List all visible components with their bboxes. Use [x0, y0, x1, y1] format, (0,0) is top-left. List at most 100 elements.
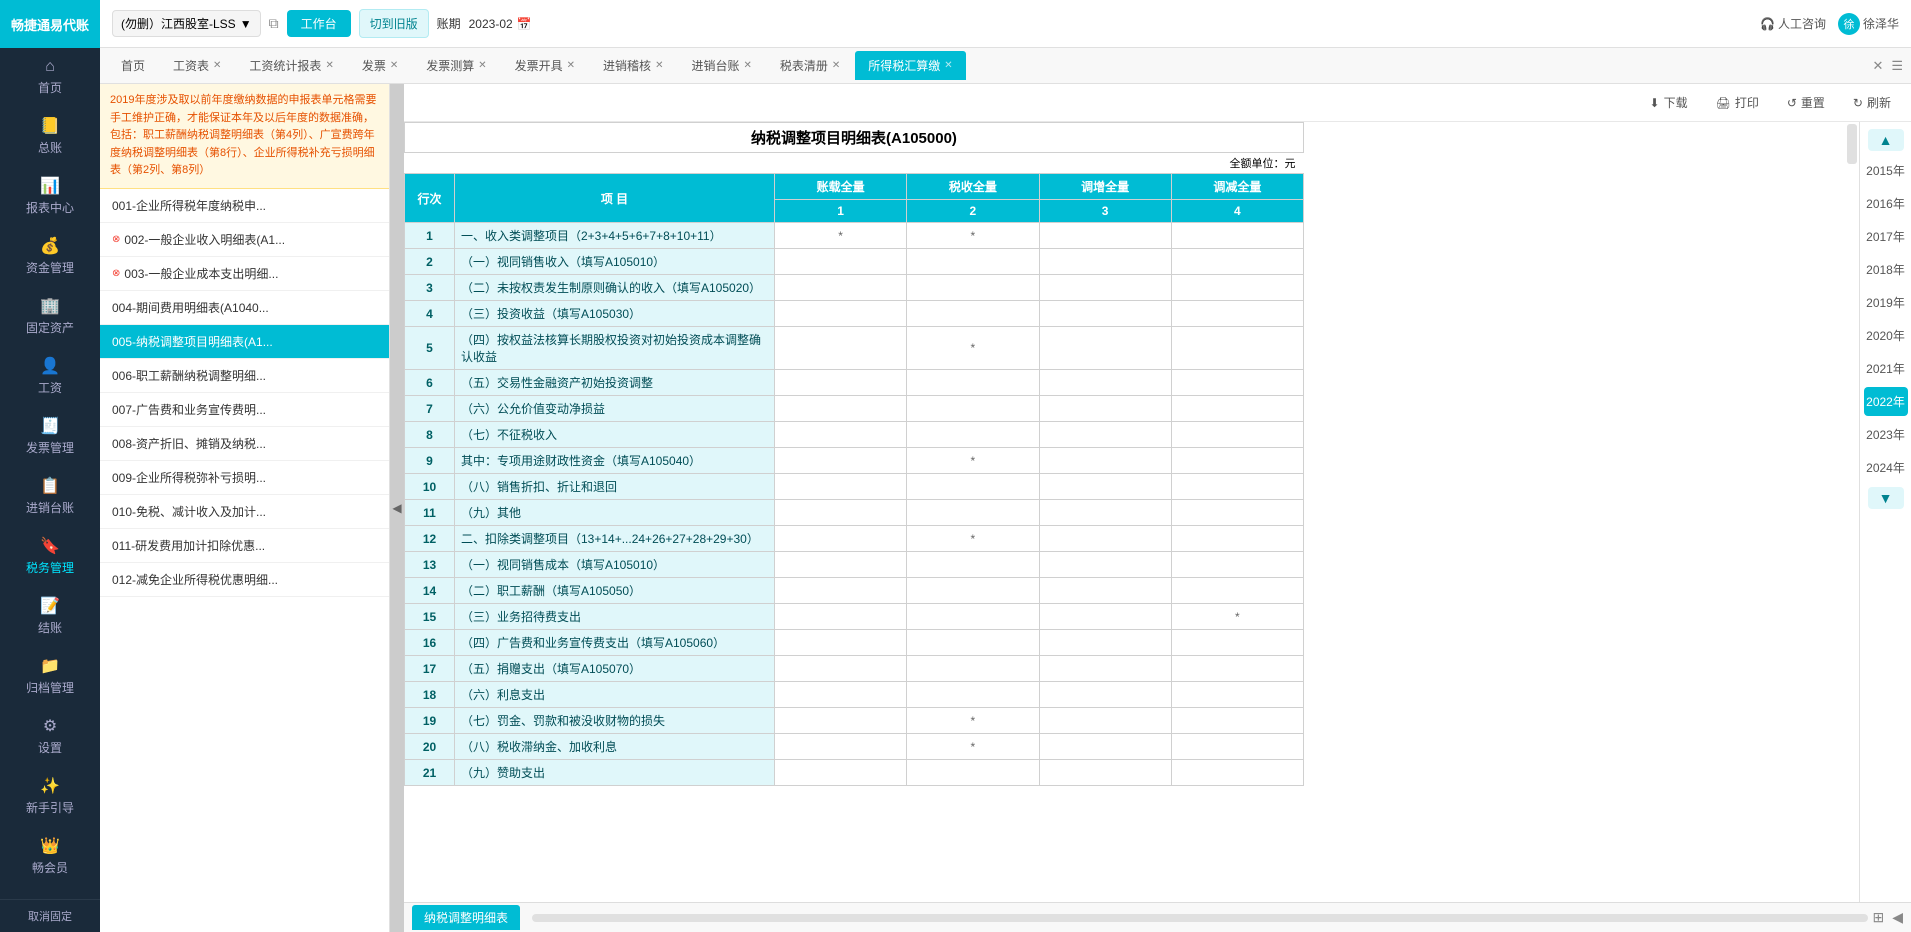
cell-item[interactable]: 二、扣除类调整项目（13+14+...24+26+27+28+29+30）	[455, 526, 775, 552]
cell-c4[interactable]	[1171, 734, 1303, 760]
copy-icon[interactable]: ⧉	[269, 15, 279, 32]
menu-icon[interactable]: ☰	[1891, 58, 1903, 74]
grid-icon[interactable]: ⊞	[1872, 909, 1884, 926]
tab-invoice-close[interactable]: ✕	[390, 60, 398, 71]
cell-c2[interactable]	[907, 604, 1039, 630]
sidebar-item-finance[interactable]: 💰 资金管理	[0, 226, 100, 286]
cell-c4[interactable]	[1171, 327, 1303, 370]
scroll-up-button[interactable]	[1847, 124, 1857, 164]
cell-c1[interactable]	[775, 370, 907, 396]
cell-c2[interactable]: *	[907, 448, 1039, 474]
cell-c4[interactable]: *	[1171, 604, 1303, 630]
sidebar-item-home[interactable]: ⌂ 首页	[0, 48, 100, 106]
cell-c1[interactable]	[775, 474, 907, 500]
cell-c1[interactable]	[775, 249, 907, 275]
cell-c2[interactable]: *	[907, 526, 1039, 552]
tab-income-tax-close[interactable]: ✕	[944, 60, 952, 71]
cell-c4[interactable]	[1171, 708, 1303, 734]
cell-c3[interactable]	[1039, 370, 1171, 396]
tab-invoice-open-close[interactable]: ✕	[567, 60, 575, 71]
cell-c4[interactable]	[1171, 656, 1303, 682]
cell-c1[interactable]	[775, 552, 907, 578]
year-2018[interactable]: 2018年	[1864, 255, 1908, 284]
cell-item[interactable]: （九）其他	[455, 500, 775, 526]
sidebar-item-ledger[interactable]: 📒 总账	[0, 106, 100, 166]
menu-item-007[interactable]: 007-广告费和业务宣传费明...	[100, 393, 389, 427]
sidebar-item-payroll[interactable]: 👤 工资	[0, 346, 100, 406]
tab-invoice[interactable]: 发票 ✕	[349, 51, 411, 80]
cell-c4[interactable]	[1171, 396, 1303, 422]
year-2023[interactable]: 2023年	[1864, 420, 1908, 449]
cell-c1[interactable]	[775, 708, 907, 734]
tab-income-tax[interactable]: 所得税汇算缴 ✕	[855, 51, 965, 80]
cell-c4[interactable]	[1171, 275, 1303, 301]
cell-c3[interactable]	[1039, 275, 1171, 301]
sidebar-item-reports[interactable]: 📊 报表中心	[0, 166, 100, 226]
cell-c1[interactable]	[775, 630, 907, 656]
sidebar-item-archive[interactable]: 📁 归档管理	[0, 646, 100, 706]
sidebar-item-guide[interactable]: ✨ 新手引导	[0, 766, 100, 826]
menu-item-004[interactable]: 004-期间费用明细表(A1040...	[100, 291, 389, 325]
cell-c1[interactable]	[775, 275, 907, 301]
cell-c4[interactable]	[1171, 223, 1303, 249]
cell-c4[interactable]	[1171, 370, 1303, 396]
close-all-icon[interactable]: ✕	[1872, 58, 1883, 74]
unpin-button[interactable]: 取消固定	[0, 899, 100, 932]
tab-payroll-stats[interactable]: 工资统计报表 ✕	[236, 51, 346, 80]
menu-item-008[interactable]: 008-资产折旧、摊销及纳税...	[100, 427, 389, 461]
menu-item-005[interactable]: 005-纳税调整项目明细表(A1...	[100, 325, 389, 359]
cell-item[interactable]: （三）投资收益（填写A105030）	[455, 301, 775, 327]
tab-payroll-stats-close[interactable]: ✕	[325, 60, 333, 71]
cell-c1[interactable]	[775, 578, 907, 604]
download-button[interactable]: ⬇ 下载	[1642, 90, 1696, 115]
cell-c2[interactable]	[907, 249, 1039, 275]
cell-c4[interactable]	[1171, 301, 1303, 327]
cell-c4[interactable]	[1171, 552, 1303, 578]
menu-item-009[interactable]: 009-企业所得税弥补亏损明...	[100, 461, 389, 495]
cell-c2[interactable]	[907, 682, 1039, 708]
cell-c3[interactable]	[1039, 223, 1171, 249]
cell-c1[interactable]	[775, 682, 907, 708]
cell-c3[interactable]	[1039, 604, 1171, 630]
cell-item[interactable]: （八）税收滞纳金、加收利息	[455, 734, 775, 760]
menu-item-012[interactable]: 012-减免企业所得税优惠明细...	[100, 563, 389, 597]
cell-c3[interactable]	[1039, 578, 1171, 604]
tab-payroll-close[interactable]: ✕	[213, 60, 221, 71]
tab-home[interactable]: 首页	[108, 51, 158, 80]
tab-payroll[interactable]: 工资表 ✕	[160, 51, 234, 80]
print-button[interactable]: 🖨 打印	[1708, 90, 1767, 115]
company-selector[interactable]: (勿删）江西股室-LSS ▼	[112, 10, 261, 37]
cell-item[interactable]: （四）按权益法核算长期股权投资对初始投资成本调整确认收益	[455, 327, 775, 370]
year-2019[interactable]: 2019年	[1864, 288, 1908, 317]
reset-button[interactable]: ↺ 重置	[1779, 90, 1833, 115]
sidebar-item-member[interactable]: 👑 畅会员	[0, 826, 100, 886]
workbench-button[interactable]: 工作台	[287, 10, 351, 37]
menu-item-006[interactable]: 006-职工薪酬纳税调整明细...	[100, 359, 389, 393]
sidebar-item-tax[interactable]: 🔖 税务管理	[0, 526, 100, 586]
refresh-button[interactable]: ↻ 刷新	[1845, 90, 1899, 115]
menu-item-010[interactable]: 010-免税、减计收入及加计...	[100, 495, 389, 529]
cell-item[interactable]: （三）业务招待费支出	[455, 604, 775, 630]
menu-item-003[interactable]: ⊗ 003-一般企业成本支出明细...	[100, 257, 389, 291]
cell-c2[interactable]: *	[907, 708, 1039, 734]
cell-c2[interactable]	[907, 474, 1039, 500]
tab-ledger[interactable]: 进销台账 ✕	[678, 51, 764, 80]
sidebar-item-assets[interactable]: 🏢 固定资产	[0, 286, 100, 346]
tab-invoice-calc-close[interactable]: ✕	[478, 60, 486, 71]
cell-c2[interactable]: *	[907, 734, 1039, 760]
cell-c1[interactable]	[775, 301, 907, 327]
cell-c3[interactable]	[1039, 708, 1171, 734]
cell-item[interactable]: （七）不征税收入	[455, 422, 775, 448]
cell-c1[interactable]	[775, 396, 907, 422]
cell-c2[interactable]	[907, 656, 1039, 682]
tab-invoice-open[interactable]: 发票开具 ✕	[502, 51, 588, 80]
cell-c2[interactable]	[907, 275, 1039, 301]
cell-c3[interactable]	[1039, 448, 1171, 474]
cell-c1[interactable]	[775, 422, 907, 448]
cell-c2[interactable]	[907, 552, 1039, 578]
tab-tax-list-close[interactable]: ✕	[832, 60, 840, 71]
tab-check[interactable]: 进销稽核 ✕	[590, 51, 676, 80]
tab-ledger-close[interactable]: ✕	[743, 60, 751, 71]
cell-c2[interactable]	[907, 396, 1039, 422]
cell-item[interactable]: 一、收入类调整项目（2+3+4+5+6+7+8+10+11）	[455, 223, 775, 249]
